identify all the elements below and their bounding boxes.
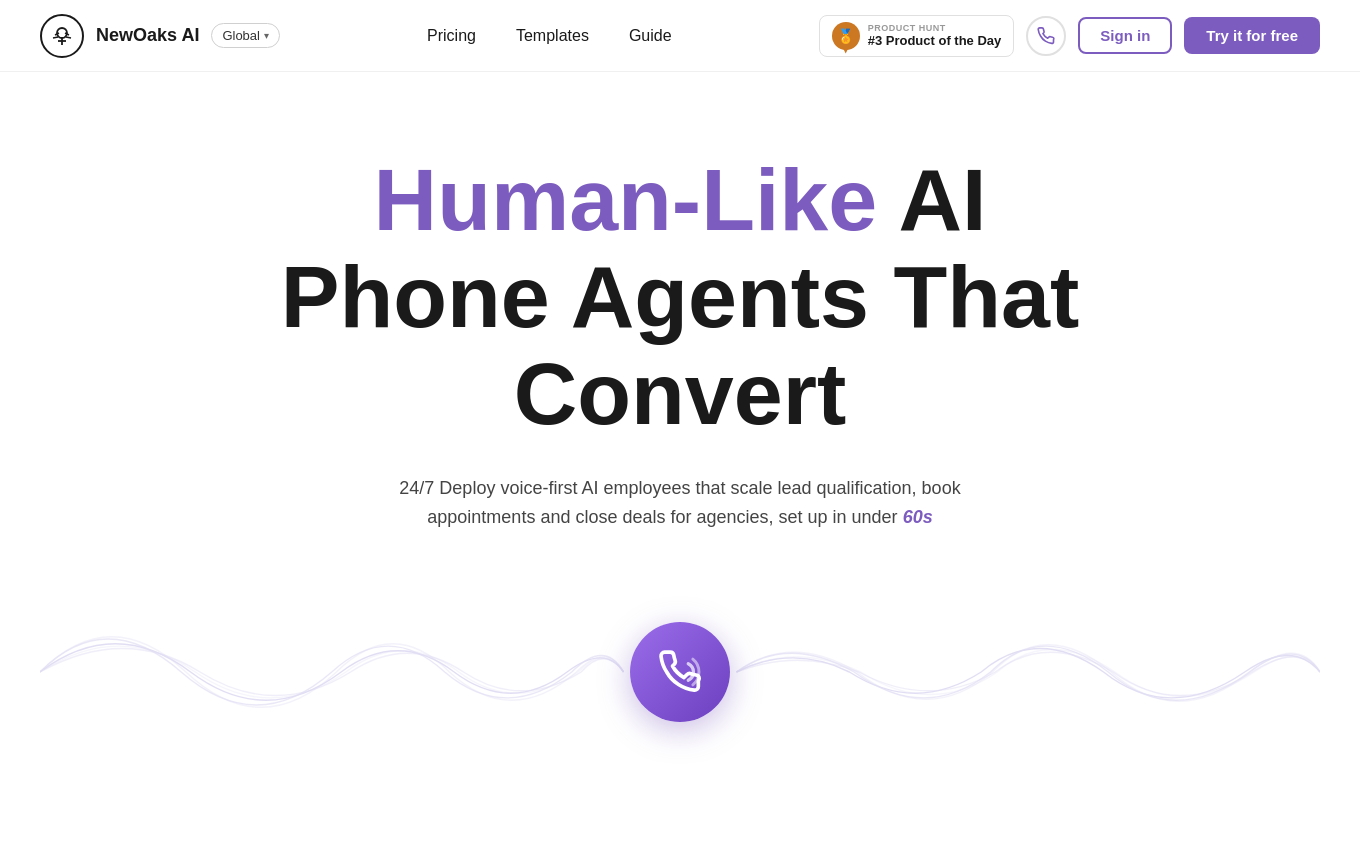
global-label: Global bbox=[222, 28, 260, 43]
svg-line-6 bbox=[66, 37, 71, 38]
phone-call-icon-button[interactable] bbox=[1026, 16, 1066, 56]
hero-subtitle-main: 24/7 Deploy voice-first AI employees tha… bbox=[399, 478, 960, 527]
navbar-left: NewOaks AI Global ▾ bbox=[40, 14, 280, 58]
hero-title: Human-Like AI Phone Agents That Convert bbox=[230, 152, 1130, 442]
chevron-down-icon: ▾ bbox=[264, 30, 269, 41]
svg-line-5 bbox=[53, 37, 58, 38]
hero-subtitle-accent: 60s bbox=[903, 507, 933, 527]
medal-icon: 🏅 bbox=[832, 22, 860, 50]
nav-templates[interactable]: Templates bbox=[516, 27, 589, 45]
phone-circle-icon bbox=[658, 650, 702, 694]
product-hunt-badge[interactable]: 🏅 PRODUCT HUNT #3 Product of the Day bbox=[819, 15, 1015, 57]
global-dropdown[interactable]: Global ▾ bbox=[211, 23, 280, 48]
hero-section: Human-Like AI Phone Agents That Convert … bbox=[0, 72, 1360, 859]
sign-in-button[interactable]: Sign in bbox=[1078, 17, 1172, 54]
hero-subtitle: 24/7 Deploy voice-first AI employees tha… bbox=[360, 474, 1000, 532]
navbar: NewOaks AI Global ▾ Pricing Templates Gu… bbox=[0, 0, 1360, 72]
product-hunt-rank: #3 Product of the Day bbox=[868, 33, 1002, 48]
phone-circle[interactable] bbox=[630, 622, 730, 722]
product-hunt-label: PRODUCT HUNT bbox=[868, 23, 1002, 33]
hero-title-highlight: Human-Like bbox=[374, 150, 878, 249]
svg-line-3 bbox=[55, 33, 59, 35]
navbar-right: 🏅 PRODUCT HUNT #3 Product of the Day Sig… bbox=[819, 15, 1320, 57]
brand-name: NewOaks AI bbox=[96, 25, 199, 46]
svg-line-4 bbox=[65, 33, 69, 35]
try-free-button[interactable]: Try it for free bbox=[1184, 17, 1320, 54]
waveform-container bbox=[40, 552, 1320, 792]
navbar-center: Pricing Templates Guide bbox=[427, 27, 672, 45]
nav-guide[interactable]: Guide bbox=[629, 27, 672, 45]
logo-icon bbox=[40, 14, 84, 58]
product-hunt-text: PRODUCT HUNT #3 Product of the Day bbox=[868, 23, 1002, 48]
nav-pricing[interactable]: Pricing bbox=[427, 27, 476, 45]
